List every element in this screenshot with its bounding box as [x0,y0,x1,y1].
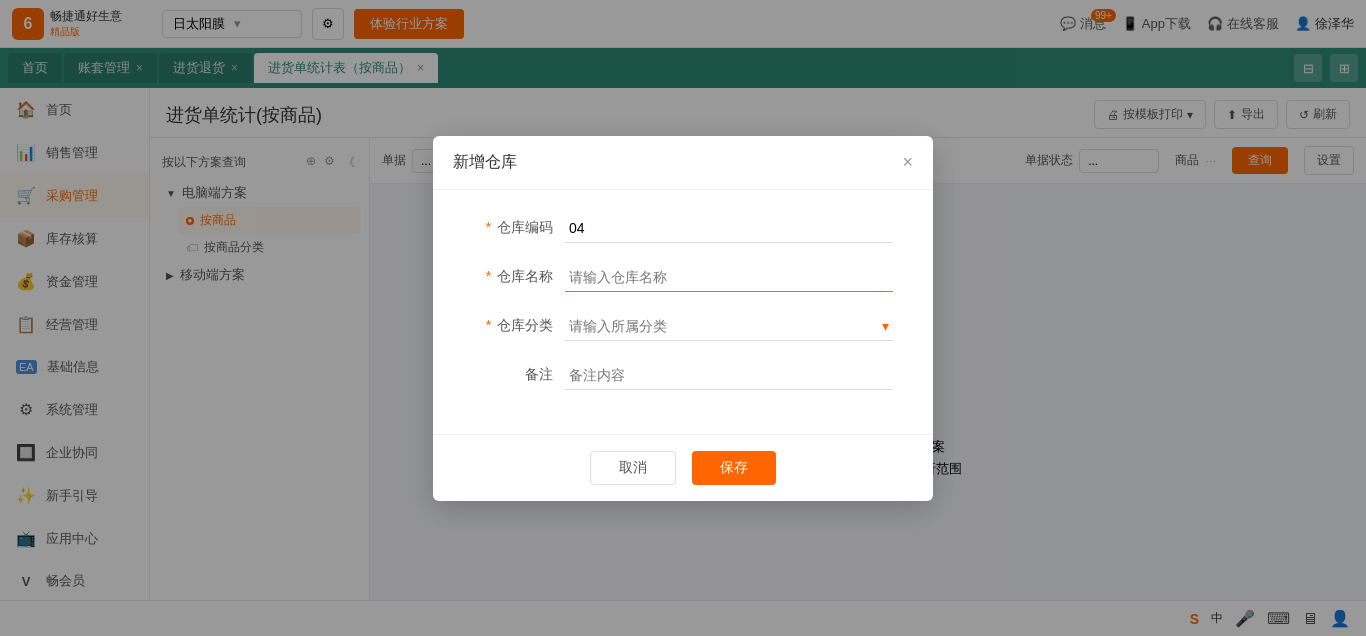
add-warehouse-dialog: 新增仓库 × * 仓库编码 * 仓库名称 [433,136,933,501]
dialog-header: 新增仓库 × [433,136,933,190]
category-label: * 仓库分类 [473,317,553,335]
dialog-title: 新增仓库 [453,152,517,173]
name-label: * 仓库名称 [473,268,553,286]
warehouse-name-input[interactable] [565,263,893,292]
save-button[interactable]: 保存 [692,451,776,485]
dialog-footer: 取消 保存 [433,434,933,501]
form-row-code: * 仓库编码 [473,214,893,243]
cancel-button[interactable]: 取消 [590,451,676,485]
category-select-input[interactable] [565,312,893,340]
dialog-body: * 仓库编码 * 仓库名称 * 仓库分类 [433,190,933,434]
remark-input[interactable] [565,361,893,390]
remark-label: 备注 [473,366,553,384]
dialog-close-btn[interactable]: × [902,153,913,171]
form-row-name: * 仓库名称 [473,263,893,292]
category-select-wrapper: ▾ [565,312,893,341]
form-row-remark: 备注 [473,361,893,390]
code-label: * 仓库编码 [473,219,553,237]
modal-overlay: 新增仓库 × * 仓库编码 * 仓库名称 [0,0,1366,636]
warehouse-code-input[interactable] [565,214,893,243]
form-row-category: * 仓库分类 ▾ [473,312,893,341]
